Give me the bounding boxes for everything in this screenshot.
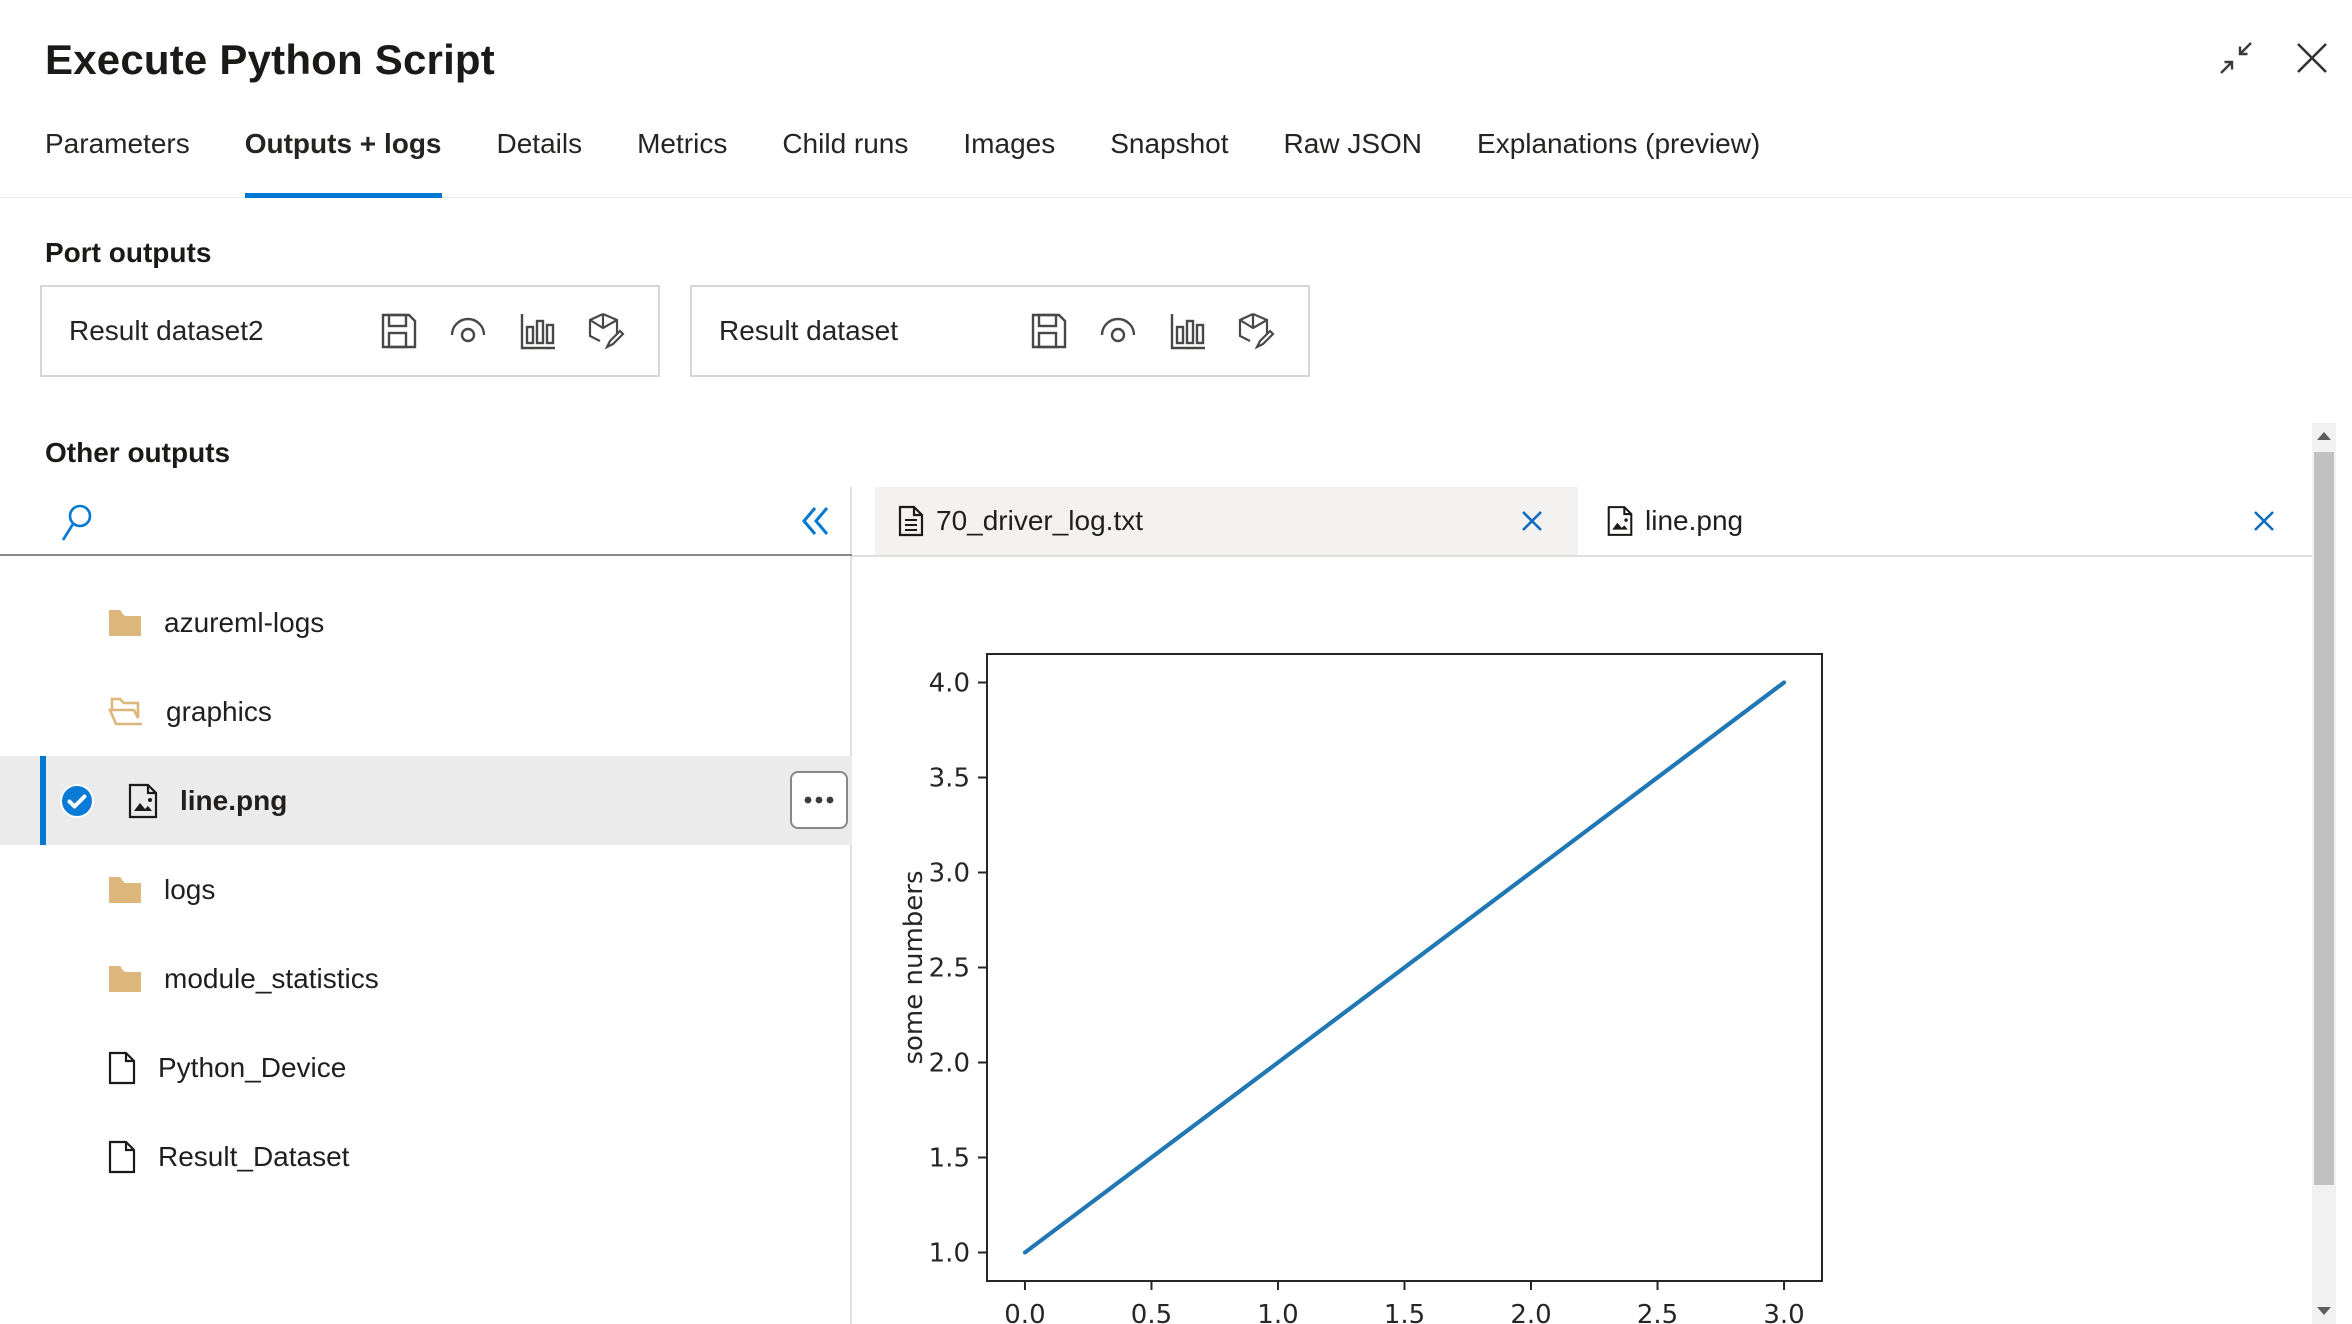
tree-item-python-device[interactable]: Python_Device (0, 1023, 852, 1112)
visualize-icon[interactable] (515, 309, 559, 353)
svg-text:1.0: 1.0 (929, 1239, 970, 1269)
port-output-card: Result dataset (690, 285, 1310, 377)
tree-item-label: module_statistics (164, 962, 379, 994)
svg-text:1.0: 1.0 (1257, 1300, 1298, 1324)
save-icon[interactable] (1027, 309, 1071, 353)
port-outputs-heading: Port outputs (45, 237, 212, 268)
file-icon (108, 1140, 136, 1174)
svg-text:2.5: 2.5 (929, 954, 970, 984)
file-tree-panel: azureml-logs graphics line.png logs modu… (0, 487, 852, 1324)
tree-item-line-png[interactable]: line.png (0, 756, 852, 845)
scroll-up-icon[interactable] (2312, 423, 2336, 449)
folder-icon (108, 875, 142, 905)
port-output-name: Result dataset (719, 315, 898, 346)
file-search-box (0, 487, 852, 556)
preview-icon[interactable] (446, 309, 490, 353)
tab-raw-json[interactable]: Raw JSON (1284, 120, 1422, 198)
tab-snapshot[interactable]: Snapshot (1110, 120, 1228, 198)
search-input[interactable] (110, 497, 750, 545)
register-dataset-icon[interactable] (1234, 309, 1278, 353)
svg-text:some numbers: some numbers (900, 870, 929, 1064)
more-options-icon[interactable] (790, 771, 848, 829)
tree-item-module-statistics[interactable]: module_statistics (0, 934, 852, 1023)
svg-text:3.0: 3.0 (929, 859, 970, 889)
other-outputs-heading: Other outputs (45, 437, 231, 468)
port-output-actions (377, 309, 628, 353)
port-output-card: Result dataset2 (40, 285, 660, 377)
tab-child-runs[interactable]: Child runs (782, 120, 908, 198)
tab-parameters[interactable]: Parameters (45, 120, 190, 198)
viewer-tab-label: 70_driver_log.txt (936, 505, 1144, 536)
viewer-tab-line-png[interactable]: line.png (1584, 487, 2310, 555)
viewer-tab-driver-log[interactable]: 70_driver_log.txt (875, 487, 1578, 555)
tree-item-azureml-logs[interactable]: azureml-logs (0, 578, 852, 667)
tab-metrics[interactable]: Metrics (637, 120, 727, 198)
close-tab-icon[interactable] (1520, 509, 1544, 533)
svg-text:3.0: 3.0 (1763, 1300, 1804, 1324)
tree-item-label: Python_Device (158, 1051, 347, 1083)
preview-icon[interactable] (1096, 309, 1140, 353)
svg-text:2.0: 2.0 (1510, 1300, 1551, 1324)
collapse-icon[interactable] (2216, 38, 2256, 78)
tree-item-graphics[interactable]: graphics (0, 667, 852, 756)
tab-details[interactable]: Details (497, 120, 583, 198)
svg-text:1.5: 1.5 (1384, 1300, 1425, 1324)
window-controls (2216, 38, 2332, 78)
svg-text:1.5: 1.5 (929, 1144, 970, 1174)
tree-item-logs[interactable]: logs (0, 845, 852, 934)
main-tab-bar: Parameters Outputs + logs Details Metric… (0, 120, 2352, 198)
scrollbar-thumb[interactable] (2314, 452, 2334, 1185)
svg-text:2.5: 2.5 (1637, 1300, 1678, 1324)
folder-icon (108, 608, 142, 638)
port-output-name: Result dataset2 (69, 315, 264, 346)
close-icon[interactable] (2292, 38, 2332, 78)
svg-text:2.0: 2.0 (929, 1049, 970, 1079)
line-chart-image: 0.0 0.5 1.0 1.5 2.0 2.5 3.0 1.0 1.5 2.0 2.5 3.0 3.5 4… (900, 653, 1823, 1324)
tree-item-label: Result_Dataset (158, 1140, 350, 1172)
selected-check-icon (60, 783, 94, 818)
tree-item-label: logs (164, 873, 216, 905)
tree-item-result-dataset[interactable]: Result_Dataset (0, 1112, 852, 1201)
viewer-tab-bar: 70_driver_log.txt line.png (852, 487, 2312, 557)
image-file-icon (128, 783, 158, 819)
folder-open-icon (108, 697, 144, 727)
image-file-icon (1607, 505, 1633, 537)
selected-indicator (40, 756, 46, 845)
tab-images[interactable]: Images (963, 120, 1055, 198)
scroll-down-icon[interactable] (2312, 1298, 2336, 1324)
folder-icon (108, 964, 142, 994)
file-preview-pane: 0.0 0.5 1.0 1.5 2.0 2.5 3.0 1.0 1.5 2.0 2.5 3.0 3.5 4… (852, 557, 2312, 1324)
register-dataset-icon[interactable] (584, 309, 628, 353)
close-tab-icon[interactable] (2252, 509, 2276, 533)
svg-text:3.5: 3.5 (929, 764, 970, 794)
tab-outputs-logs[interactable]: Outputs + logs (244, 120, 442, 198)
tree-item-label: azureml-logs (164, 606, 325, 638)
file-icon (108, 1051, 136, 1085)
tab-explanations[interactable]: Explanations (preview) (1477, 120, 1760, 198)
port-output-actions (1027, 309, 1278, 353)
viewer-tab-label: line.png (1645, 505, 1744, 536)
collapse-tree-icon[interactable] (798, 503, 834, 539)
search-icon (60, 503, 96, 543)
vertical-scrollbar[interactable] (2312, 423, 2336, 1324)
save-icon[interactable] (377, 309, 421, 353)
svg-text:0.5: 0.5 (1131, 1300, 1172, 1324)
tree-item-label: line.png (180, 784, 288, 816)
svg-text:0.0: 0.0 (1004, 1300, 1045, 1324)
tree-item-label: graphics (166, 695, 272, 727)
text-file-icon (898, 505, 924, 537)
page-title: Execute Python Script (45, 36, 495, 83)
svg-text:4.0: 4.0 (929, 669, 970, 699)
visualize-icon[interactable] (1165, 309, 1209, 353)
